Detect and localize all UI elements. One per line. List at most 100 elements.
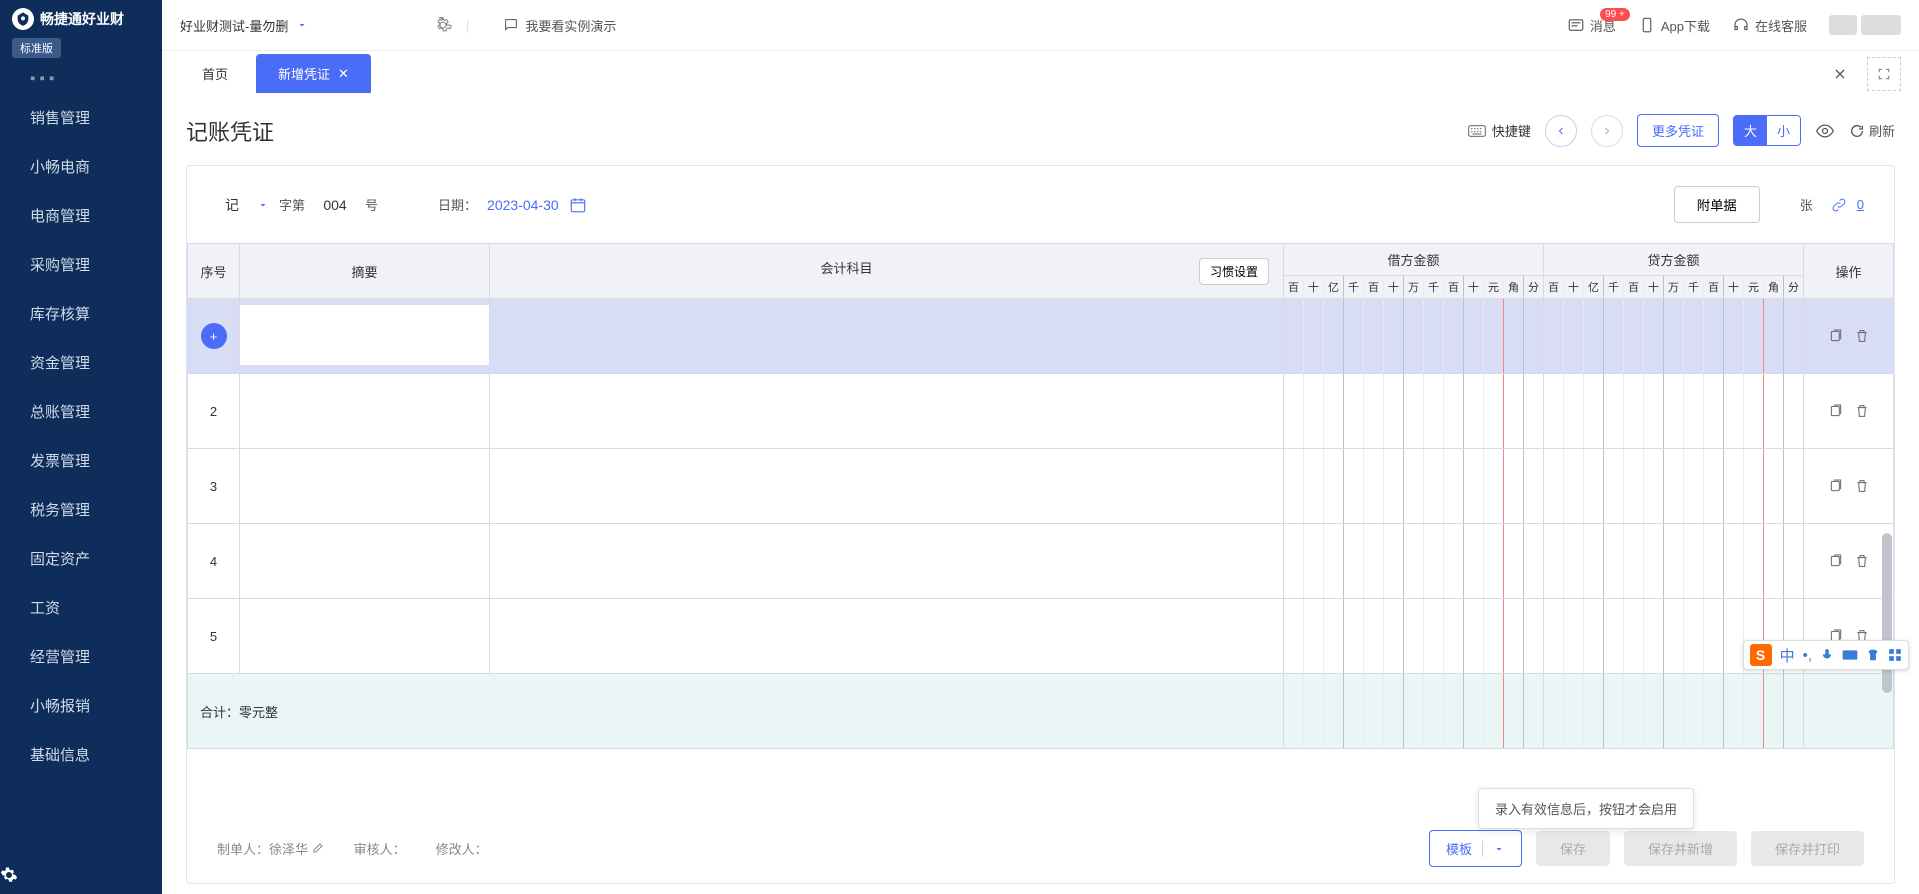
summary-input[interactable] xyxy=(240,305,489,365)
account-cell[interactable] xyxy=(490,299,1284,374)
size-toggle[interactable]: 大 小 xyxy=(1733,115,1801,146)
delete-row-icon[interactable] xyxy=(1854,478,1870,494)
app-download-button[interactable]: App下载 xyxy=(1638,16,1710,35)
summary-cell[interactable] xyxy=(240,524,490,599)
size-small[interactable]: 小 xyxy=(1767,116,1800,145)
message-button[interactable]: 消息 99 + xyxy=(1567,16,1616,35)
nav-item-tax[interactable]: 税务管理 xyxy=(0,485,162,534)
nav-item-operation[interactable]: 经营管理 xyxy=(0,632,162,681)
delete-row-icon[interactable] xyxy=(1854,403,1870,419)
ime-skin-icon[interactable] xyxy=(1866,648,1880,662)
copy-row-icon[interactable] xyxy=(1828,328,1844,344)
edition-badge: 标准版 xyxy=(12,38,61,58)
account-cell[interactable] xyxy=(490,599,1284,674)
summary-cell[interactable] xyxy=(240,599,490,674)
nav-item-salary[interactable]: 工资 xyxy=(0,583,162,632)
tab-home[interactable]: 首页 xyxy=(180,54,250,93)
summary-cell[interactable] xyxy=(240,374,490,449)
debit-cell[interactable] xyxy=(1284,449,1544,524)
online-service-button[interactable]: 在线客服 xyxy=(1732,16,1807,35)
close-icon[interactable]: ✕ xyxy=(338,66,349,82)
th-debit: 借方金额 百十亿千百十万千百十元角分 xyxy=(1284,244,1544,299)
debit-cell[interactable] xyxy=(1284,524,1544,599)
ime-punct-icon[interactable]: •, xyxy=(1803,647,1812,664)
copy-row-icon[interactable] xyxy=(1828,553,1844,569)
calendar-icon[interactable] xyxy=(569,196,587,214)
add-row-button[interactable]: + xyxy=(201,323,227,349)
delete-row-icon[interactable] xyxy=(1854,553,1870,569)
template-button[interactable]: 模板 xyxy=(1429,830,1522,867)
nav-item-gl[interactable]: 总账管理 xyxy=(0,387,162,436)
gear-icon[interactable] xyxy=(434,16,452,34)
nav-item-invoice[interactable]: 发票管理 xyxy=(0,436,162,485)
ime-lang[interactable]: 中 xyxy=(1780,645,1795,666)
tab-new-voucher[interactable]: 新增凭证 ✕ xyxy=(256,54,371,93)
debit-cell[interactable] xyxy=(1284,299,1544,374)
account-cell[interactable] xyxy=(490,449,1284,524)
size-large[interactable]: 大 xyxy=(1734,116,1767,145)
settings-gear[interactable] xyxy=(0,856,162,894)
project-name: 好业财测试-量勿删 xyxy=(180,16,288,35)
copy-row-icon[interactable] xyxy=(1828,403,1844,419)
account-cell[interactable] xyxy=(490,374,1284,449)
voucher-table-wrap: 序号 摘要 会计科目 习惯设置 借方金额 百十亿千百十万千百十元角分 xyxy=(187,243,1894,814)
table-row[interactable]: 4 xyxy=(188,524,1894,599)
debit-cell[interactable] xyxy=(1284,599,1544,674)
next-voucher-button[interactable] xyxy=(1591,115,1623,147)
nav-item-sales[interactable]: 销售管理 xyxy=(0,93,162,142)
debit-cell[interactable] xyxy=(1284,374,1544,449)
chevron-down-icon xyxy=(296,19,308,31)
habit-settings-button[interactable]: 习惯设置 xyxy=(1199,258,1269,285)
message-badge: 99 + xyxy=(1600,8,1630,21)
account-cell[interactable] xyxy=(490,524,1284,599)
th-ops: 操作 xyxy=(1804,244,1894,299)
voucher-type[interactable]: 记 xyxy=(217,193,247,217)
project-selector[interactable]: 好业财测试-量勿删 xyxy=(180,16,420,35)
edit-icon[interactable] xyxy=(312,842,324,854)
voucher-card: 记 字第 004 号 日期： 2023-04-30 附单据 张 xyxy=(186,165,1895,884)
attach-count[interactable]: 0 xyxy=(1857,197,1864,212)
demo-link[interactable]: 我要看实例演示 xyxy=(503,16,616,35)
table-row[interactable]: + xyxy=(188,299,1894,374)
credit-cell[interactable] xyxy=(1544,449,1804,524)
nav-item-ecommerce[interactable]: 电商管理 xyxy=(0,191,162,240)
chevron-down-icon[interactable] xyxy=(257,199,269,211)
attachment-icon[interactable] xyxy=(1831,197,1847,213)
visibility-button[interactable] xyxy=(1815,121,1835,141)
summary-cell[interactable] xyxy=(240,449,490,524)
nav-item-ecommerce-mini[interactable]: 小畅电商 xyxy=(0,142,162,191)
avatar[interactable] xyxy=(1829,15,1901,35)
date-input[interactable]: 2023-04-30 xyxy=(487,197,559,213)
more-vouchers-button[interactable]: 更多凭证 xyxy=(1637,114,1719,147)
nav-item-funds[interactable]: 资金管理 xyxy=(0,338,162,387)
shortcut-button[interactable]: 快捷键 xyxy=(1468,121,1531,140)
ime-toolbox-icon[interactable] xyxy=(1888,648,1902,662)
ime-mic-icon[interactable] xyxy=(1820,648,1834,662)
ime-toolbar[interactable]: S 中 •, xyxy=(1743,640,1909,670)
save-print-button: 保存并打印 xyxy=(1751,831,1864,866)
ime-keyboard-icon[interactable] xyxy=(1842,648,1858,662)
table-row[interactable]: 5 xyxy=(188,599,1894,674)
save-button: 保存 xyxy=(1536,831,1610,866)
nav-item-purchase[interactable]: 采购管理 xyxy=(0,240,162,289)
fullscreen-button[interactable] xyxy=(1867,57,1901,91)
voucher-meta: 记 字第 004 号 日期： 2023-04-30 附单据 张 xyxy=(187,166,1894,243)
nav-item-expense[interactable]: 小畅报销 xyxy=(0,681,162,730)
nav-item-truncated[interactable]: ▪ ▪ ▪ xyxy=(0,64,162,93)
voucher-number[interactable]: 004 xyxy=(315,195,355,215)
credit-cell[interactable] xyxy=(1544,374,1804,449)
refresh-button[interactable]: 刷新 xyxy=(1849,121,1895,140)
nav-item-basic[interactable]: 基础信息 xyxy=(0,730,162,779)
close-all-tabs[interactable] xyxy=(1823,57,1857,91)
table-row[interactable]: 2 xyxy=(188,374,1894,449)
attach-button[interactable]: 附单据 xyxy=(1674,186,1760,223)
nav-item-fixed-assets[interactable]: 固定资产 xyxy=(0,534,162,583)
main: 好业财测试-量勿删 | 我要看实例演示 消息 99 + xyxy=(162,0,1919,894)
delete-row-icon[interactable] xyxy=(1854,328,1870,344)
prev-voucher-button[interactable] xyxy=(1545,115,1577,147)
copy-row-icon[interactable] xyxy=(1828,478,1844,494)
nav-item-inventory[interactable]: 库存核算 xyxy=(0,289,162,338)
credit-cell[interactable] xyxy=(1544,524,1804,599)
table-row[interactable]: 3 xyxy=(188,449,1894,524)
credit-cell[interactable] xyxy=(1544,299,1804,374)
